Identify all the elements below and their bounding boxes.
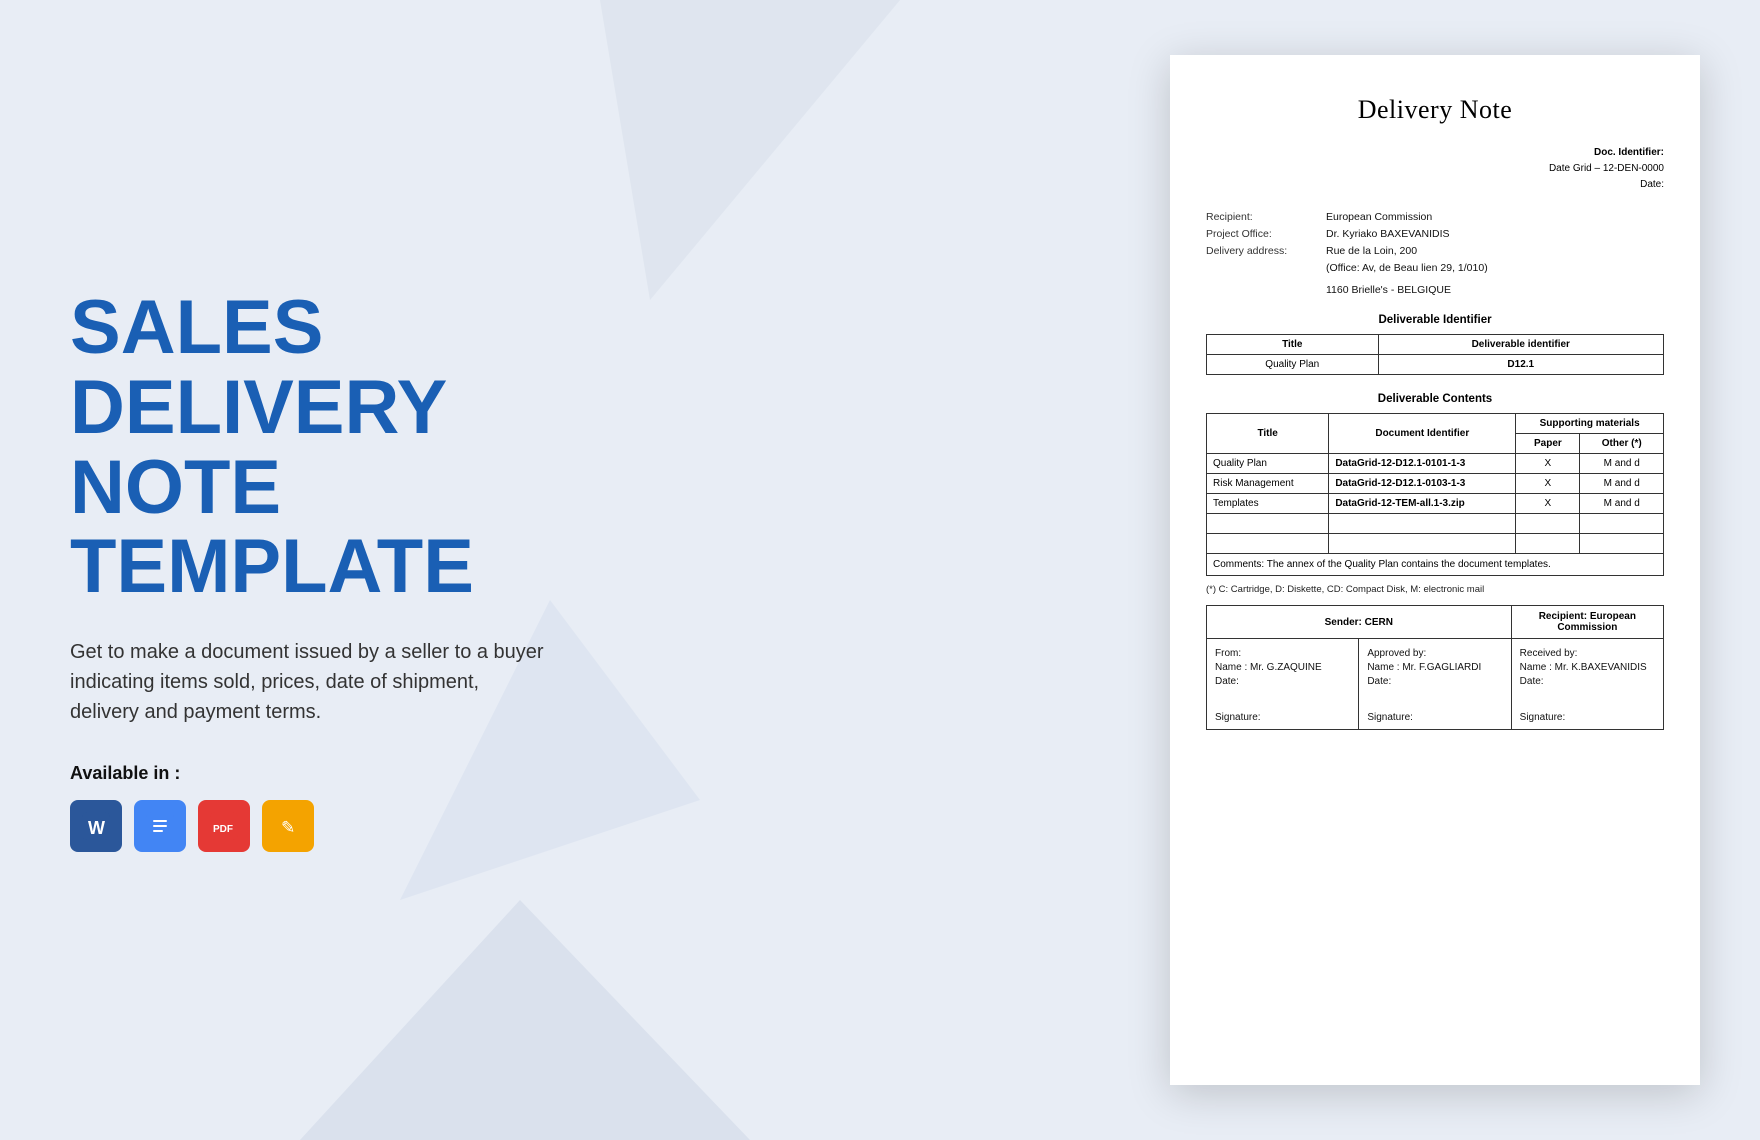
delivery-address-row: Delivery address: Rue de la Loin, 200 (1206, 245, 1664, 257)
deliverable-id-table: Title Deliverable identifier Quality Pla… (1206, 334, 1664, 375)
left-panel: SALES DELIVERY NOTE TEMPLATE Get to make… (0, 0, 680, 1140)
dc-row2-paper: X (1516, 474, 1580, 494)
pdf-icon[interactable]: PDF (198, 800, 250, 852)
dc-row2-title: Risk Management (1207, 474, 1329, 494)
delivery-address-label: Delivery address: (1206, 245, 1326, 257)
table-row (1207, 534, 1664, 554)
project-office-label: Project Office: (1206, 228, 1326, 240)
dc-col-title: Title (1207, 414, 1329, 454)
pages-icon[interactable]: ✎ (262, 800, 314, 852)
sender-header: Sender: CERN (1207, 606, 1512, 639)
dc-row3-title: Templates (1207, 494, 1329, 514)
dc-row3-paper: X (1516, 494, 1580, 514)
approved-cell: Approved by: Name : Mr. F.GAGLIARDI Date… (1359, 639, 1511, 730)
recipient-value: European Commission (1326, 211, 1664, 223)
table-row: From: Name : Mr. G.ZAQUINE Date: Signatu… (1207, 639, 1664, 730)
delivery-address-line1: Rue de la Loin, 200 (1326, 245, 1664, 257)
from-cell: From: Name : Mr. G.ZAQUINE Date: Signatu… (1207, 639, 1359, 730)
table-row (1207, 514, 1664, 534)
project-office-value: Dr. Kyriako BAXEVANIDIS (1326, 228, 1664, 240)
doc-identifier-block: Doc. Identifier: Date Grid – 12-DEN-0000… (1206, 145, 1664, 193)
dc-col-doc-id: Document Identifier (1329, 414, 1516, 454)
recipient-header: Recipient: European Commission (1511, 606, 1663, 639)
dc-row3-other: M and d (1580, 494, 1664, 514)
dc-row3-docid: DataGrid-12-TEM-all.1-3.zip (1329, 494, 1516, 514)
sender-recipient-table: Sender: CERN Recipient: European Commiss… (1206, 605, 1664, 730)
di-row1-id: D12.1 (1378, 355, 1663, 375)
comments-row: Comments: The annex of the Quality Plan … (1207, 554, 1664, 576)
word-icon[interactable]: W (70, 800, 122, 852)
deliverable-contents-table: Title Document Identifier Supporting mat… (1206, 413, 1664, 576)
document-panel: Delivery Note Doc. Identifier: Date Grid… (1170, 55, 1700, 1085)
svg-text:✎: ✎ (281, 818, 295, 837)
doc-title: Delivery Note (1206, 95, 1664, 125)
delivery-address-line3: 1160 Brielle's - BELGIQUE (1326, 284, 1664, 296)
description: Get to make a document issued by a selle… (70, 637, 550, 727)
delivery-address-line2: (Office: Av, de Beau lien 29, 1/010) (1326, 262, 1664, 274)
dc-row1-other: M and d (1580, 454, 1664, 474)
deliverable-contents-heading: Deliverable Contents (1206, 393, 1664, 405)
project-office-row: Project Office: Dr. Kyriako BAXEVANIDIS (1206, 228, 1664, 240)
dc-row2-docid: DataGrid-12-D12.1-0103-1-3 (1329, 474, 1516, 494)
di-col-id: Deliverable identifier (1378, 335, 1663, 355)
dc-col-supporting: Supporting materials (1516, 414, 1664, 434)
svg-text:PDF: PDF (213, 824, 233, 835)
svg-text:W: W (88, 818, 105, 838)
table-row: Risk Management DataGrid-12-D12.1-0103-1… (1207, 474, 1664, 494)
di-col-title: Title (1207, 335, 1379, 355)
table-row: Templates DataGrid-12-TEM-all.1-3.zip X … (1207, 494, 1664, 514)
comments-text: Comments: The annex of the Quality Plan … (1207, 554, 1664, 576)
deliverable-identifier-heading: Deliverable Identifier (1206, 314, 1664, 326)
table-row: Quality Plan DataGrid-12-D12.1-0101-1-3 … (1207, 454, 1664, 474)
dc-row1-docid: DataGrid-12-D12.1-0101-1-3 (1329, 454, 1516, 474)
dc-row1-title: Quality Plan (1207, 454, 1329, 474)
received-cell: Received by: Name : Mr. K.BAXEVANIDIS Da… (1511, 639, 1663, 730)
available-label: Available in : (70, 763, 610, 784)
dc-row1-paper: X (1516, 454, 1580, 474)
table-row: Quality Plan D12.1 (1207, 355, 1664, 375)
recipient-label: Recipient: (1206, 211, 1326, 223)
docs-icon[interactable] (134, 800, 186, 852)
dc-col-other: Other (*) (1580, 434, 1664, 454)
di-row1-title: Quality Plan (1207, 355, 1379, 375)
footnote: (*) C: Cartridge, D: Diskette, CD: Compa… (1206, 584, 1664, 595)
recipient-row: Recipient: European Commission (1206, 211, 1664, 223)
app-icons: W PDF ✎ (70, 800, 610, 852)
dc-row2-other: M and d (1580, 474, 1664, 494)
dc-col-paper: Paper (1516, 434, 1580, 454)
main-title: SALES DELIVERY NOTE TEMPLATE (70, 288, 610, 607)
